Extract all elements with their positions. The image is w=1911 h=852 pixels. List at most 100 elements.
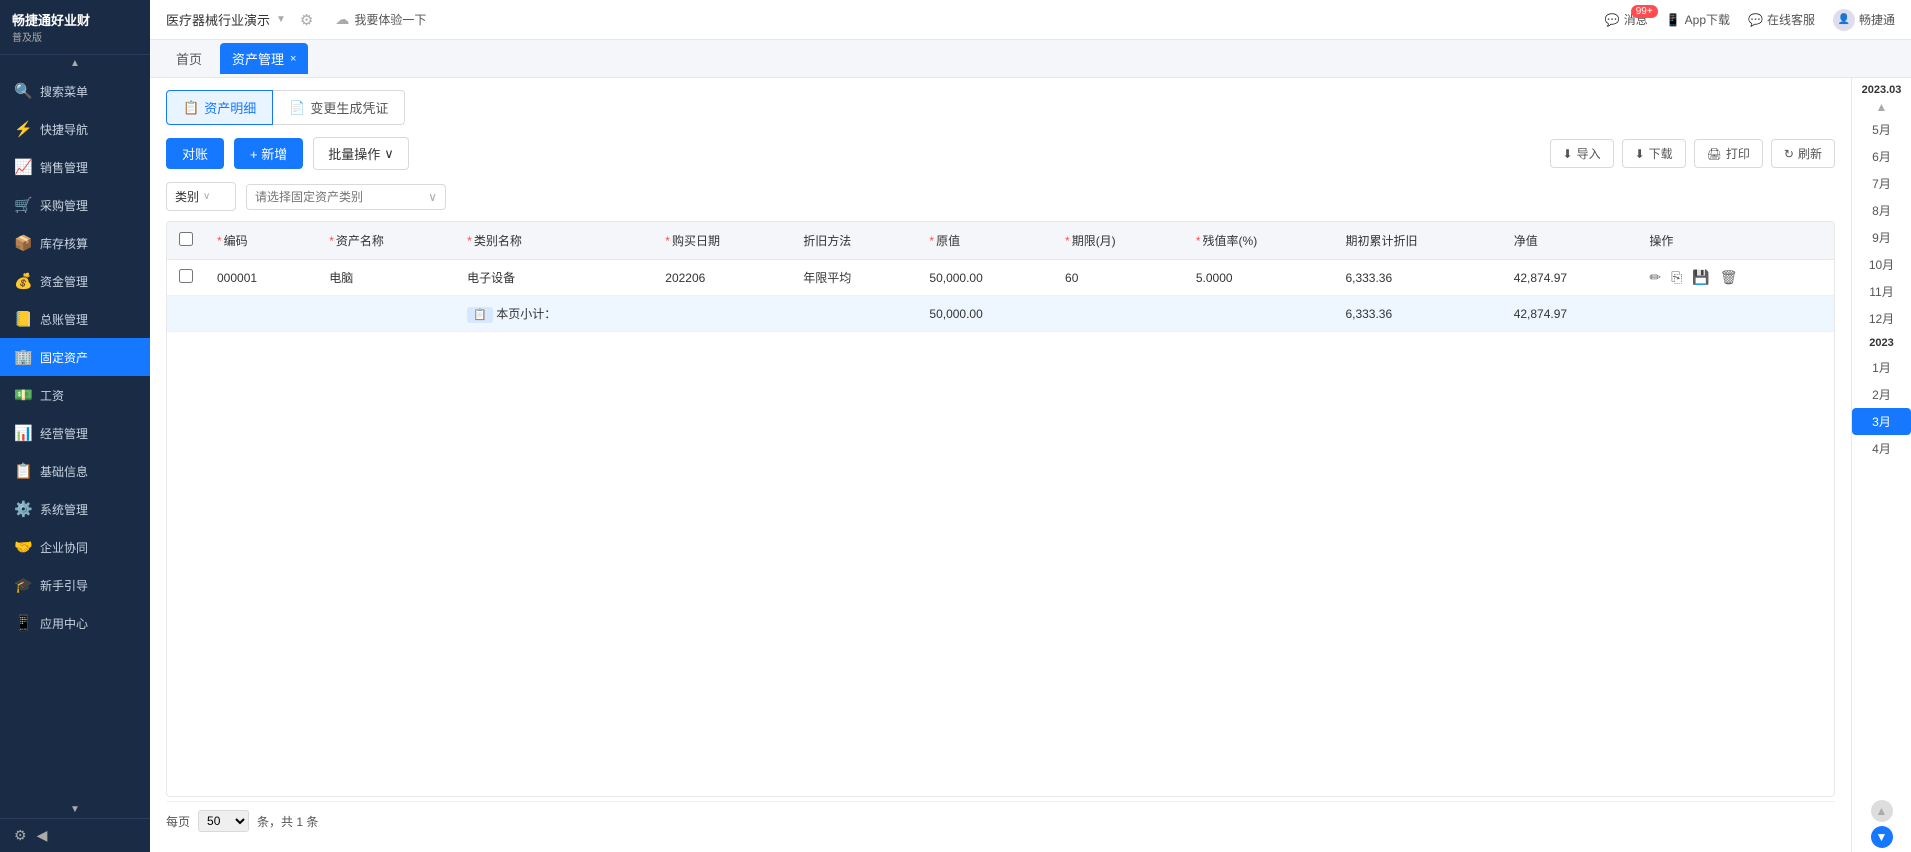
sub-tab-asset-detail-label: 资产明细 <box>204 98 256 117</box>
subtotal-net-value: 42,874.97 <box>1502 296 1638 332</box>
sidebar-item-enterprise[interactable]: 🤝 企业协同 <box>0 528 150 566</box>
action-icons: ✏ ⎘ 💾 🗑 <box>1649 269 1822 286</box>
sub-tab-asset-detail[interactable]: 📋 资产明细 <box>166 90 273 125</box>
month-item-10[interactable]: 10月 <box>1852 251 1911 278</box>
reconcile-button[interactable]: 对账 <box>166 138 224 169</box>
settings-icon[interactable]: ⚙ <box>14 827 27 844</box>
topbar-right: 💬 消息 99+ 📱 App下载 💬 在线客服 👤 畅捷通 <box>1605 9 1895 31</box>
sidebar-item-label: 固定资产 <box>40 349 88 366</box>
pagination: 每页 50 10 20 100 条，共 1 条 <box>166 801 1835 840</box>
copy-icon[interactable]: ⎘ <box>1671 269 1682 286</box>
message-icon: 💬 <box>1605 13 1620 27</box>
import-button[interactable]: ⬇ 导入 <box>1550 139 1614 168</box>
company-gear-icon[interactable]: ⚙ <box>300 11 313 29</box>
category-input[interactable] <box>247 185 420 209</box>
logo-title: 畅捷通好业财 <box>12 10 138 29</box>
guide-icon: 🎓 <box>14 576 32 594</box>
sidebar-item-operations[interactable]: 📊 经营管理 <box>0 414 150 452</box>
sidebar-scroll-up[interactable]: ▲ <box>0 55 150 72</box>
refresh-button[interactable]: ↻ 刷新 <box>1771 139 1835 168</box>
month-item-8[interactable]: 8月 <box>1852 197 1911 224</box>
tab-close-icon[interactable]: × <box>290 53 296 65</box>
panel-bottom-down-btn[interactable]: ▼ <box>1871 826 1893 848</box>
sidebar-item-sales[interactable]: 📈 销售管理 <box>0 148 150 186</box>
sidebar-item-fund[interactable]: 💰 资金管理 <box>0 262 150 300</box>
message-button[interactable]: 💬 消息 99+ <box>1605 11 1648 28</box>
sidebar-item-label: 应用中心 <box>40 615 88 632</box>
sidebar-item-purchase[interactable]: 🛒 采购管理 <box>0 186 150 224</box>
sub-tab-change-voucher[interactable]: 📄 变更生成凭证 <box>273 90 405 125</box>
filter-row: 类别 ∨ ∨ <box>166 182 1835 211</box>
sidebar-scroll-down[interactable]: ▼ <box>0 801 150 818</box>
sidebar-item-label: 新手引导 <box>40 577 88 594</box>
category-select[interactable]: 类别 ∨ <box>166 182 236 211</box>
sidebar-item-ledger[interactable]: 📒 总账管理 <box>0 300 150 338</box>
sidebar-item-salary[interactable]: 💵 工资 <box>0 376 150 414</box>
cell-net-value: 42,874.97 <box>1502 260 1638 296</box>
inventory-icon: 📦 <box>14 234 32 252</box>
import-label: 导入 <box>1577 145 1601 162</box>
sidebar-item-app-center[interactable]: 📱 应用中心 <box>0 604 150 642</box>
operations-icon: 📊 <box>14 424 32 442</box>
edit-icon[interactable]: ✏ <box>1649 269 1661 286</box>
download-button[interactable]: ⬇ 下载 <box>1622 139 1686 168</box>
sales-icon: 📈 <box>14 158 32 176</box>
save-icon[interactable]: 💾 <box>1692 269 1709 286</box>
sidebar-item-inventory[interactable]: 📦 库存核算 <box>0 224 150 262</box>
input-arrow-icon[interactable]: ∨ <box>420 185 445 209</box>
per-page-select[interactable]: 50 10 20 100 <box>198 810 249 832</box>
print-button[interactable]: 🖨 打印 <box>1694 139 1763 168</box>
batch-label: 批量操作 <box>328 144 380 163</box>
batch-button[interactable]: 批量操作 ∨ <box>313 137 409 170</box>
sidebar-item-search[interactable]: 🔍 搜索菜单 <box>0 72 150 110</box>
select-all-checkbox[interactable] <box>179 232 193 246</box>
add-button[interactable]: + 新增 <box>234 138 303 169</box>
header-purchase-date: *购买日期 <box>653 222 791 260</box>
service-icon: 💬 <box>1748 13 1763 27</box>
topbar: 医疗器械行业演示 ▼ ⚙ ☁ 我要体验一下 💬 消息 99+ 📱 App下载 💬… <box>150 0 1911 40</box>
user-button[interactable]: 👤 畅捷通 <box>1833 9 1895 31</box>
company-arrow-icon: ▼ <box>276 14 286 25</box>
collapse-icon[interactable]: ◀ <box>37 827 48 844</box>
month-item-9[interactable]: 9月 <box>1852 224 1911 251</box>
sidebar-item-system[interactable]: ⚙️ 系统管理 <box>0 490 150 528</box>
sidebar-item-quick-nav[interactable]: ⚡ 快捷导航 <box>0 110 150 148</box>
row-checkbox[interactable] <box>179 269 193 283</box>
month-item-3-current[interactable]: 3月 <box>1852 408 1911 435</box>
panel-up-arrow[interactable]: ▲ <box>1876 98 1888 116</box>
toolbar: 对账 + 新增 批量操作 ∨ ⬇ 导入 ⬇ 下载 🖨 <box>166 137 1835 170</box>
tab-active-label: 资产管理 <box>232 49 284 68</box>
tab-home[interactable]: 首页 <box>164 43 214 74</box>
sidebar-item-guide[interactable]: 🎓 新手引导 <box>0 566 150 604</box>
cell-original-value: 50,000.00 <box>917 260 1053 296</box>
logo-sub: 普及版 <box>12 29 138 44</box>
month-item-5[interactable]: 5月 <box>1852 116 1911 143</box>
sidebar-item-label: 采购管理 <box>40 197 88 214</box>
month-item-4[interactable]: 4月 <box>1852 435 1911 462</box>
month-item-11[interactable]: 11月 <box>1852 278 1911 305</box>
app-download-button[interactable]: 📱 App下载 <box>1666 11 1730 28</box>
month-item-2[interactable]: 2月 <box>1852 381 1911 408</box>
month-item-1[interactable]: 1月 <box>1852 354 1911 381</box>
print-icon: 🖨 <box>1707 147 1722 161</box>
panel-bottom-up-btn[interactable]: ▲ <box>1871 800 1893 822</box>
ledger-icon: 📒 <box>14 310 32 328</box>
tab-asset-management[interactable]: 资产管理 × <box>220 43 308 74</box>
search-icon: 🔍 <box>14 82 32 100</box>
subtotal-row: 📋 本页小计： 50,000.00 6,333.36 42,874.97 <box>167 296 1834 332</box>
month-item-7[interactable]: 7月 <box>1852 170 1911 197</box>
sidebar-item-basic-info[interactable]: 📋 基础信息 <box>0 452 150 490</box>
month-item-12[interactable]: 12月 <box>1852 305 1911 332</box>
enterprise-icon: 🤝 <box>14 538 32 556</box>
sidebar-item-fixed-assets[interactable]: 🏢 固定资产 <box>0 338 150 376</box>
refresh-label: 刷新 <box>1798 145 1822 162</box>
delete-icon[interactable]: 🗑 <box>1720 269 1738 286</box>
cell-period: 60 <box>1053 260 1184 296</box>
online-service-button[interactable]: 💬 在线客服 <box>1748 11 1815 28</box>
cell-purchase-date: 202206 <box>653 260 791 296</box>
company-selector[interactable]: 医疗器械行业演示 ▼ <box>166 10 286 29</box>
experience-button[interactable]: ☁ 我要体验一下 <box>335 11 426 28</box>
category-arrow-icon: ∨ <box>203 191 210 202</box>
month-item-6[interactable]: 6月 <box>1852 143 1911 170</box>
cell-code: 000001 <box>205 260 317 296</box>
